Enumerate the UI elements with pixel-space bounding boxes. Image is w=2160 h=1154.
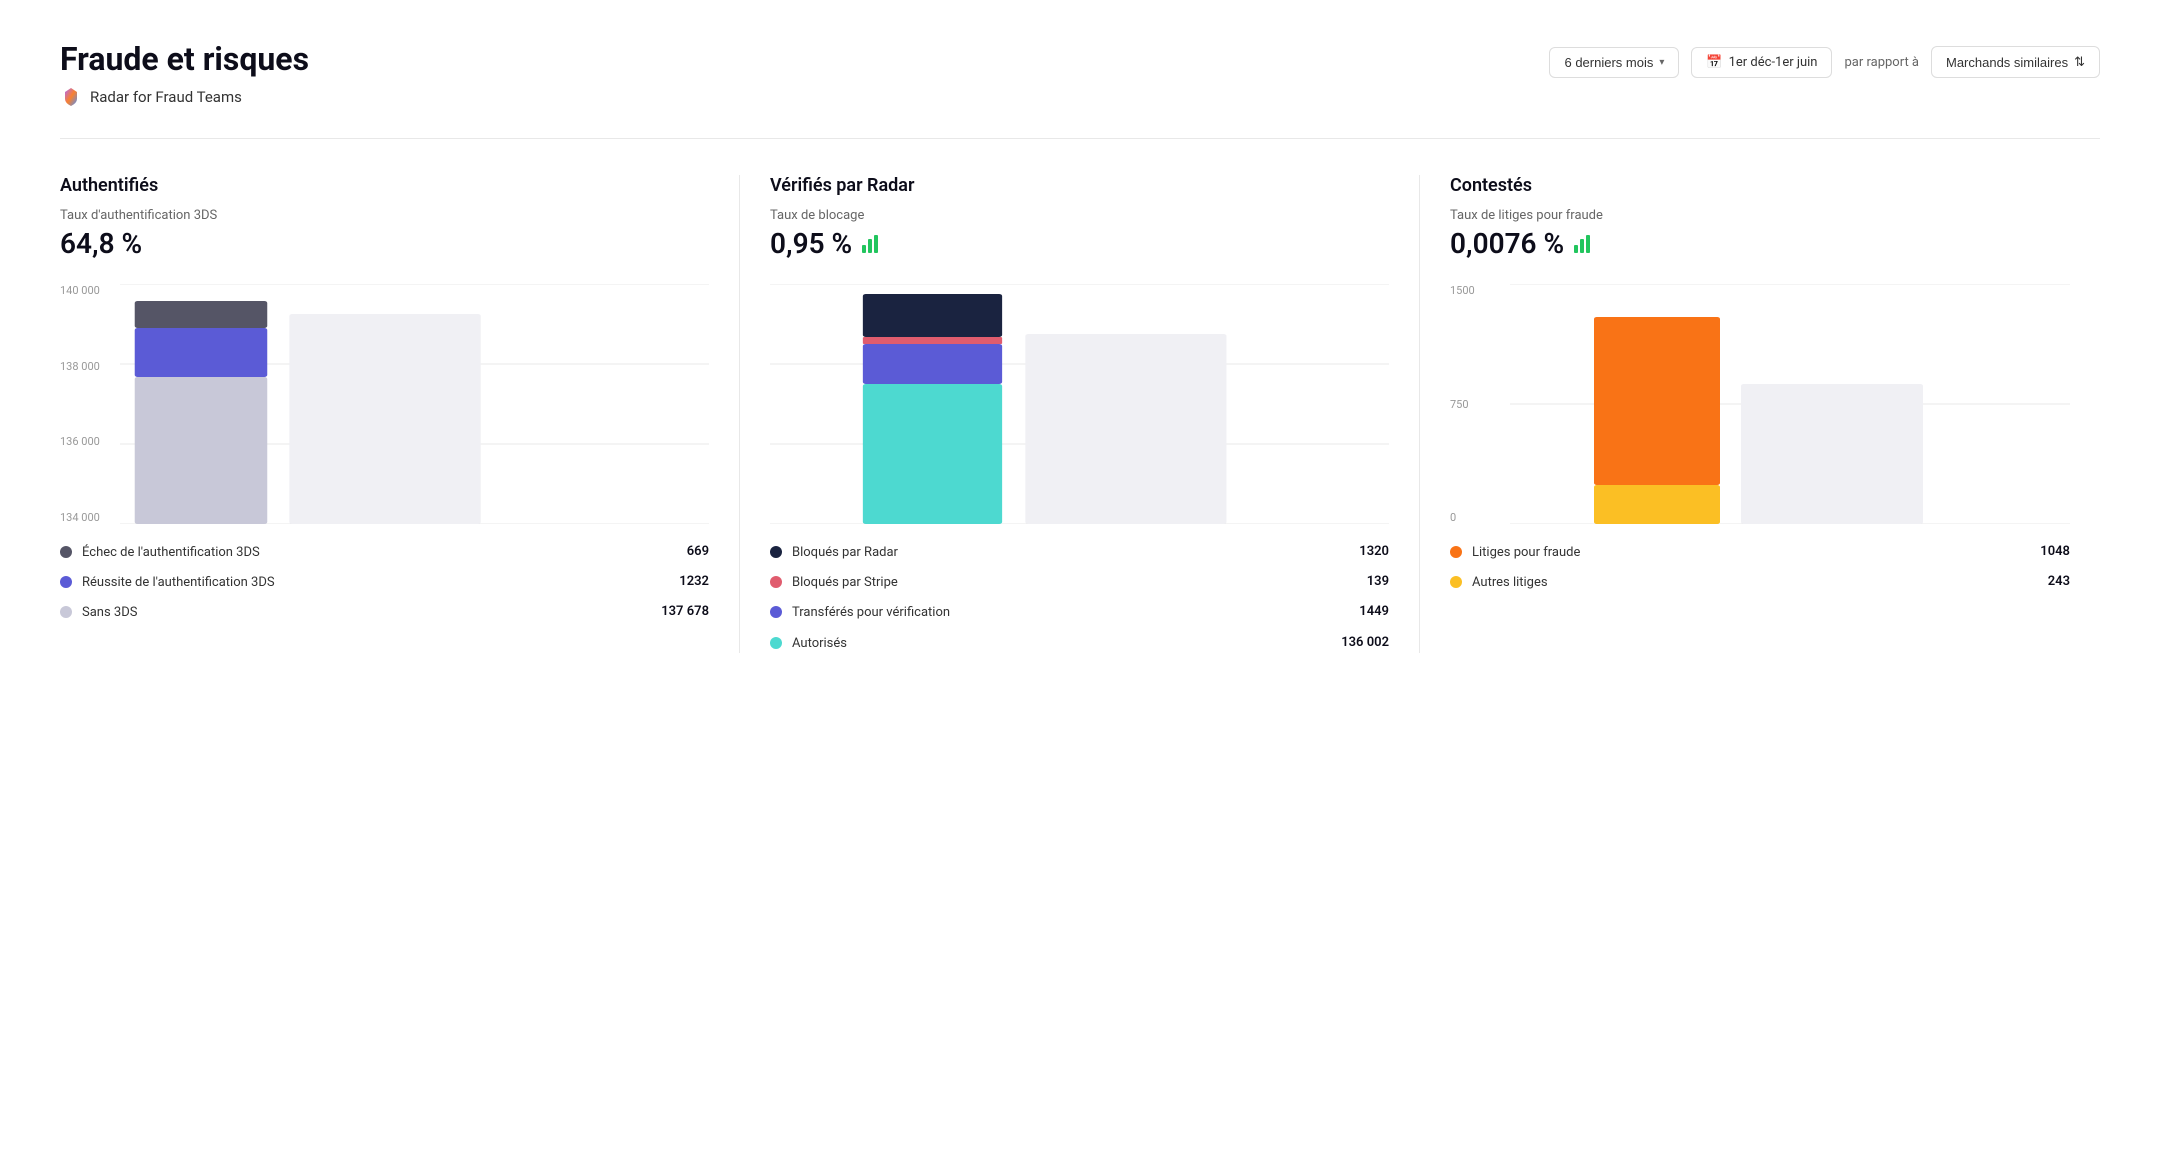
chart-area-verifies bbox=[770, 284, 1389, 524]
radar-badge: Radar for Fraud Teams bbox=[60, 86, 309, 108]
legend-label-autres-litiges: Autres litiges bbox=[1472, 574, 2010, 592]
updown-icon: ⇅ bbox=[2074, 54, 2085, 70]
legend-value-autres-litiges: 243 bbox=[2020, 574, 2070, 589]
radar-label: Radar for Fraud Teams bbox=[90, 88, 242, 106]
date-range-display: 📅 1er déc-1er juin bbox=[1691, 47, 1832, 78]
legend-label-litiges-fraude: Litiges pour fraude bbox=[1472, 544, 2010, 562]
legend-item-echec: Échec de l'authentification 3DS 669 bbox=[60, 544, 709, 562]
bar-chart-icon-verifies bbox=[862, 235, 878, 253]
section-contestes: Contestés Taux de litiges pour fraude 0,… bbox=[1420, 175, 2100, 653]
legend-dot-bloques-stripe bbox=[770, 576, 782, 588]
legend-value-transferes: 1449 bbox=[1339, 604, 1389, 619]
metric-label-verifies: Taux de blocage bbox=[770, 208, 1389, 223]
charts-grid: Authentifiés Taux d'authentification 3DS… bbox=[60, 175, 2100, 653]
legend-label-sans3ds: Sans 3DS bbox=[82, 604, 649, 622]
chart-area-contestes: 1500 750 0 bbox=[1450, 284, 2070, 524]
par-rapport-label: par rapport à bbox=[1844, 55, 1919, 70]
metric-label-contestes: Taux de litiges pour fraude bbox=[1450, 208, 2070, 223]
legend-label-bloques-radar: Bloqués par Radar bbox=[792, 544, 1329, 562]
divider bbox=[60, 138, 2100, 139]
marchands-button[interactable]: Marchands similaires ⇅ bbox=[1931, 46, 2100, 78]
y-label-1: 140 000 bbox=[60, 284, 115, 297]
chart-area-authentifies: 140 000 138 000 136 000 134 000 bbox=[60, 284, 709, 524]
chart-svg-verifies bbox=[770, 284, 1389, 524]
legend-value-bloques-stripe: 139 bbox=[1339, 574, 1389, 589]
legend-dot-litiges-fraude bbox=[1450, 546, 1462, 558]
legend-dot-bloques-radar bbox=[770, 546, 782, 558]
period-label: 6 derniers mois bbox=[1564, 55, 1653, 70]
legend-authentifies: Échec de l'authentification 3DS 669 Réus… bbox=[60, 544, 709, 623]
section-authentifies: Authentifiés Taux d'authentification 3DS… bbox=[60, 175, 740, 653]
page-header: Fraude et risques Radar for Fraud Teams … bbox=[60, 40, 2100, 108]
calendar-icon: 📅 bbox=[1706, 55, 1722, 70]
chart-inner-verifies bbox=[770, 284, 1389, 524]
legend-label-reussite: Réussite de l'authentification 3DS bbox=[82, 574, 649, 592]
legend-dot-autres-litiges bbox=[1450, 576, 1462, 588]
y-label-750: 750 bbox=[1450, 398, 1505, 411]
date-range-label: 1er déc-1er juin bbox=[1729, 55, 1818, 70]
section-verifies: Vérifiés par Radar Taux de blocage 0,95 … bbox=[740, 175, 1420, 653]
section-title-verifies: Vérifiés par Radar bbox=[770, 175, 1389, 196]
legend-verifies: Bloqués par Radar 1320 Bloqués par Strip… bbox=[770, 544, 1389, 653]
section-title-authentifies: Authentifiés bbox=[60, 175, 709, 196]
page-title: Fraude et risques bbox=[60, 40, 309, 78]
legend-value-echec: 669 bbox=[659, 544, 709, 559]
y-axis-contestes: 1500 750 0 bbox=[1450, 284, 1505, 524]
legend-item-autres-litiges: Autres litiges 243 bbox=[1450, 574, 2070, 592]
legend-item-bloques-radar: Bloqués par Radar 1320 bbox=[770, 544, 1389, 562]
metric-value-contestes: 0,0076 % bbox=[1450, 227, 2070, 260]
metric-label-authentifies: Taux d'authentification 3DS bbox=[60, 208, 709, 223]
y-axis-authentifies: 140 000 138 000 136 000 134 000 bbox=[60, 284, 115, 524]
chart-inner-contestes bbox=[1510, 284, 2070, 524]
metric-number-contestes: 0,0076 % bbox=[1450, 227, 1564, 260]
legend-dot-echec bbox=[60, 546, 72, 558]
header-controls: 6 derniers mois ▾ 📅 1er déc-1er juin par… bbox=[1549, 46, 2100, 78]
legend-contestes: Litiges pour fraude 1048 Autres litiges … bbox=[1450, 544, 2070, 592]
legend-item-bloques-stripe: Bloqués par Stripe 139 bbox=[770, 574, 1389, 592]
header-left: Fraude et risques Radar for Fraud Teams bbox=[60, 40, 309, 108]
legend-value-bloques-radar: 1320 bbox=[1339, 544, 1389, 559]
legend-label-autorises: Autorisés bbox=[792, 635, 1329, 653]
legend-value-autorises: 136 002 bbox=[1339, 635, 1389, 650]
legend-item-reussite: Réussite de l'authentification 3DS 1232 bbox=[60, 574, 709, 592]
chart-svg-authentifies bbox=[120, 284, 709, 524]
metric-value-authentifies: 64,8 % bbox=[60, 227, 709, 260]
y-label-0: 0 bbox=[1450, 511, 1505, 524]
metric-number-verifies: 0,95 % bbox=[770, 227, 852, 260]
chart-svg-contestes bbox=[1510, 284, 2070, 524]
legend-dot-transferes bbox=[770, 606, 782, 618]
radar-icon bbox=[60, 86, 82, 108]
legend-item-sans3ds: Sans 3DS 137 678 bbox=[60, 604, 709, 622]
chevron-down-icon: ▾ bbox=[1659, 57, 1664, 68]
bar-chart-icon-contestes bbox=[1574, 235, 1590, 253]
legend-item-autorises: Autorisés 136 002 bbox=[770, 635, 1389, 653]
legend-label-bloques-stripe: Bloqués par Stripe bbox=[792, 574, 1329, 592]
marchands-label: Marchands similaires bbox=[1946, 55, 2068, 70]
legend-dot-autorises bbox=[770, 637, 782, 649]
metric-value-verifies: 0,95 % bbox=[770, 227, 1389, 260]
y-label-2: 138 000 bbox=[60, 360, 115, 373]
legend-label-echec: Échec de l'authentification 3DS bbox=[82, 544, 649, 562]
legend-value-sans3ds: 137 678 bbox=[659, 604, 709, 619]
section-title-contestes: Contestés bbox=[1450, 175, 2070, 196]
legend-dot-reussite bbox=[60, 576, 72, 588]
legend-label-transferes: Transférés pour vérification bbox=[792, 604, 1329, 622]
legend-item-litiges-fraude: Litiges pour fraude 1048 bbox=[1450, 544, 2070, 562]
period-button[interactable]: 6 derniers mois ▾ bbox=[1549, 47, 1679, 78]
legend-item-transferes: Transférés pour vérification 1449 bbox=[770, 604, 1389, 622]
legend-value-litiges-fraude: 1048 bbox=[2020, 544, 2070, 559]
y-label-1500: 1500 bbox=[1450, 284, 1505, 297]
legend-value-reussite: 1232 bbox=[659, 574, 709, 589]
y-label-3: 136 000 bbox=[60, 435, 115, 448]
chart-inner-authentifies bbox=[120, 284, 709, 524]
y-label-4: 134 000 bbox=[60, 511, 115, 524]
metric-number-authentifies: 64,8 % bbox=[60, 227, 142, 260]
legend-dot-sans3ds bbox=[60, 606, 72, 618]
